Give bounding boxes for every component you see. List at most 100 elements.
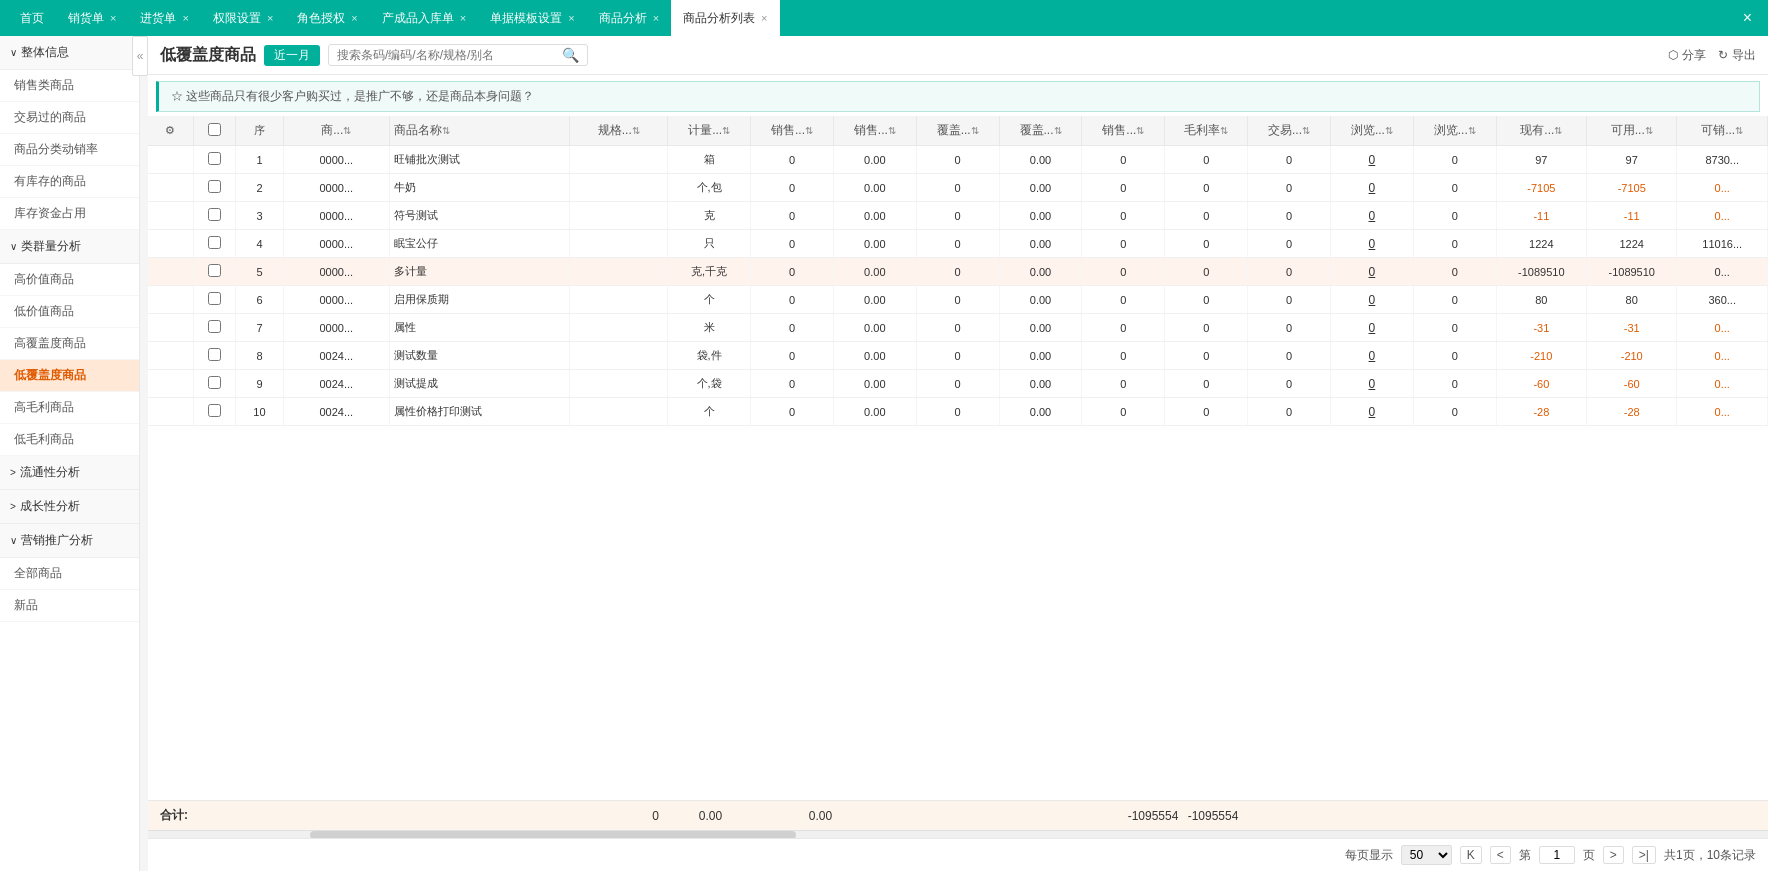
filter-recent-month-button[interactable]: 近一月 bbox=[264, 45, 320, 66]
th-check[interactable] bbox=[193, 116, 235, 146]
check-cell[interactable] bbox=[193, 398, 235, 426]
close-icon[interactable]: × bbox=[568, 12, 574, 24]
sidebar-item-low-coverage[interactable]: 低覆盖度商品 bbox=[0, 360, 139, 392]
row-checkbox[interactable] bbox=[208, 404, 221, 417]
nav-tab-template[interactable]: 单据模板设置 × bbox=[478, 0, 586, 36]
browse1-cell[interactable]: 0 bbox=[1330, 398, 1413, 426]
nav-tab-permission[interactable]: 权限设置 × bbox=[201, 0, 285, 36]
nav-tab-sales[interactable]: 销货单 × bbox=[56, 0, 128, 36]
sidebar-section-circulation[interactable]: > 流通性分析 bbox=[0, 456, 139, 490]
current-page-input[interactable] bbox=[1539, 846, 1575, 864]
check-cell[interactable] bbox=[193, 146, 235, 174]
browse1-cell[interactable]: 0 bbox=[1330, 258, 1413, 286]
sidebar-section-group[interactable]: ∨ 类群量分析 bbox=[0, 230, 139, 264]
sidebar-item-low-value[interactable]: 低价值商品 bbox=[0, 296, 139, 328]
close-icon[interactable]: × bbox=[110, 12, 116, 24]
sidebar-item-high-value[interactable]: 高价值商品 bbox=[0, 264, 139, 296]
export-button[interactable]: ↻ 导出 bbox=[1718, 47, 1756, 64]
nav-tab-analysis-list[interactable]: 商品分析列表 × bbox=[671, 0, 779, 36]
check-cell[interactable] bbox=[193, 286, 235, 314]
nav-tab-analysis[interactable]: 商品分析 × bbox=[587, 0, 671, 36]
close-icon[interactable]: × bbox=[761, 12, 767, 24]
browse1-cell[interactable]: 0 bbox=[1330, 342, 1413, 370]
sidebar-item-new-goods[interactable]: 新品 bbox=[0, 590, 139, 622]
share-button[interactable]: ⬡ 分享 bbox=[1668, 47, 1706, 64]
close-icon[interactable]: × bbox=[460, 12, 466, 24]
nav-tab-warehouse[interactable]: 产成品入库单 × bbox=[370, 0, 478, 36]
select-all-checkbox[interactable] bbox=[208, 123, 221, 136]
next-page-button[interactable]: > bbox=[1603, 846, 1624, 864]
prev-page-button[interactable]: < bbox=[1490, 846, 1511, 864]
sidebar-item-all-goods[interactable]: 全部商品 bbox=[0, 558, 139, 590]
sidebar-item-traded-goods[interactable]: 交易过的商品 bbox=[0, 102, 139, 134]
row-checkbox[interactable] bbox=[208, 292, 221, 305]
close-icon[interactable]: × bbox=[182, 12, 188, 24]
sidebar-item-high-coverage[interactable]: 高覆盖度商品 bbox=[0, 328, 139, 360]
row-checkbox[interactable] bbox=[208, 236, 221, 249]
browse1-cell[interactable]: 0 bbox=[1330, 202, 1413, 230]
check-cell[interactable] bbox=[193, 202, 235, 230]
sidebar-collapse-button[interactable]: « bbox=[132, 36, 148, 76]
row-checkbox[interactable] bbox=[208, 376, 221, 389]
close-all-button[interactable]: × bbox=[1735, 5, 1760, 31]
th-browse1[interactable]: 浏览...⇅ bbox=[1330, 116, 1413, 146]
row-checkbox[interactable] bbox=[208, 348, 221, 361]
sidebar-item-high-profit[interactable]: 高毛利商品 bbox=[0, 392, 139, 424]
th-spec[interactable]: 规格...⇅ bbox=[570, 116, 668, 146]
th-cover1[interactable]: 覆盖...⇅ bbox=[916, 116, 999, 146]
th-code[interactable]: 商...⇅ bbox=[284, 116, 389, 146]
sidebar-item-sales-goods[interactable]: 销售类商品 bbox=[0, 70, 139, 102]
row-checkbox[interactable] bbox=[208, 180, 221, 193]
close-icon[interactable]: × bbox=[351, 12, 357, 24]
th-settings[interactable]: ⚙ bbox=[148, 116, 193, 146]
th-sale-amt[interactable]: 销售...⇅ bbox=[833, 116, 916, 146]
nav-tab-home[interactable]: 首页 bbox=[8, 0, 56, 36]
sale-qty-cell: 0 bbox=[751, 370, 834, 398]
last-page-button[interactable]: >| bbox=[1632, 846, 1656, 864]
nav-tab-role[interactable]: 角色授权 × bbox=[285, 0, 369, 36]
row-checkbox[interactable] bbox=[208, 320, 221, 333]
browse1-cell[interactable]: 0 bbox=[1330, 370, 1413, 398]
browse1-cell[interactable]: 0 bbox=[1330, 314, 1413, 342]
check-cell[interactable] bbox=[193, 174, 235, 202]
browse1-cell[interactable]: 0 bbox=[1330, 174, 1413, 202]
first-page-button[interactable]: K bbox=[1460, 846, 1482, 864]
browse1-cell[interactable]: 0 bbox=[1330, 146, 1413, 174]
close-icon[interactable]: × bbox=[653, 12, 659, 24]
th-current[interactable]: 现有...⇅ bbox=[1496, 116, 1586, 146]
th-trans[interactable]: 交易...⇅ bbox=[1248, 116, 1331, 146]
check-cell[interactable] bbox=[193, 230, 235, 258]
th-gross[interactable]: 毛利率⇅ bbox=[1165, 116, 1248, 146]
th-sale4[interactable]: 可销...⇅ bbox=[1677, 116, 1768, 146]
settings-cell bbox=[148, 230, 193, 258]
search-input[interactable] bbox=[337, 48, 562, 62]
th-name[interactable]: 商品名称⇅ bbox=[389, 116, 570, 146]
browse1-cell[interactable]: 0 bbox=[1330, 286, 1413, 314]
table-container[interactable]: ⚙ 序 商...⇅ 商品名称⇅ 规格...⇅ 计量...⇅ 销售...⇅ 销售.… bbox=[148, 112, 1768, 800]
nav-tab-purchase[interactable]: 进货单 × bbox=[128, 0, 200, 36]
page-size-select[interactable]: 50 20 100 200 bbox=[1401, 845, 1452, 865]
sidebar-section-growth[interactable]: > 成长性分析 bbox=[0, 490, 139, 524]
th-sale3[interactable]: 销售...⇅ bbox=[1082, 116, 1165, 146]
row-checkbox[interactable] bbox=[208, 152, 221, 165]
th-sale-qty[interactable]: 销售...⇅ bbox=[751, 116, 834, 146]
sidebar-section-overall[interactable]: ∨ 整体信息 bbox=[0, 36, 139, 70]
sidebar-item-stock-goods[interactable]: 有库存的商品 bbox=[0, 166, 139, 198]
th-cover2[interactable]: 覆盖...⇅ bbox=[999, 116, 1082, 146]
sale4-cell: 0... bbox=[1677, 342, 1768, 370]
th-browse2[interactable]: 浏览...⇅ bbox=[1413, 116, 1496, 146]
close-icon[interactable]: × bbox=[267, 12, 273, 24]
check-cell[interactable] bbox=[193, 258, 235, 286]
sidebar-section-marketing[interactable]: ∨ 营销推广分析 bbox=[0, 524, 139, 558]
sidebar-item-low-profit[interactable]: 低毛利商品 bbox=[0, 424, 139, 456]
row-checkbox[interactable] bbox=[208, 208, 221, 221]
check-cell[interactable] bbox=[193, 314, 235, 342]
th-unit[interactable]: 计量...⇅ bbox=[668, 116, 751, 146]
row-checkbox[interactable] bbox=[208, 264, 221, 277]
check-cell[interactable] bbox=[193, 342, 235, 370]
sidebar-item-stock-fund[interactable]: 库存资金占用 bbox=[0, 198, 139, 230]
sidebar-item-category-rate[interactable]: 商品分类动销率 bbox=[0, 134, 139, 166]
browse1-cell[interactable]: 0 bbox=[1330, 230, 1413, 258]
check-cell[interactable] bbox=[193, 370, 235, 398]
th-avail[interactable]: 可用...⇅ bbox=[1587, 116, 1677, 146]
